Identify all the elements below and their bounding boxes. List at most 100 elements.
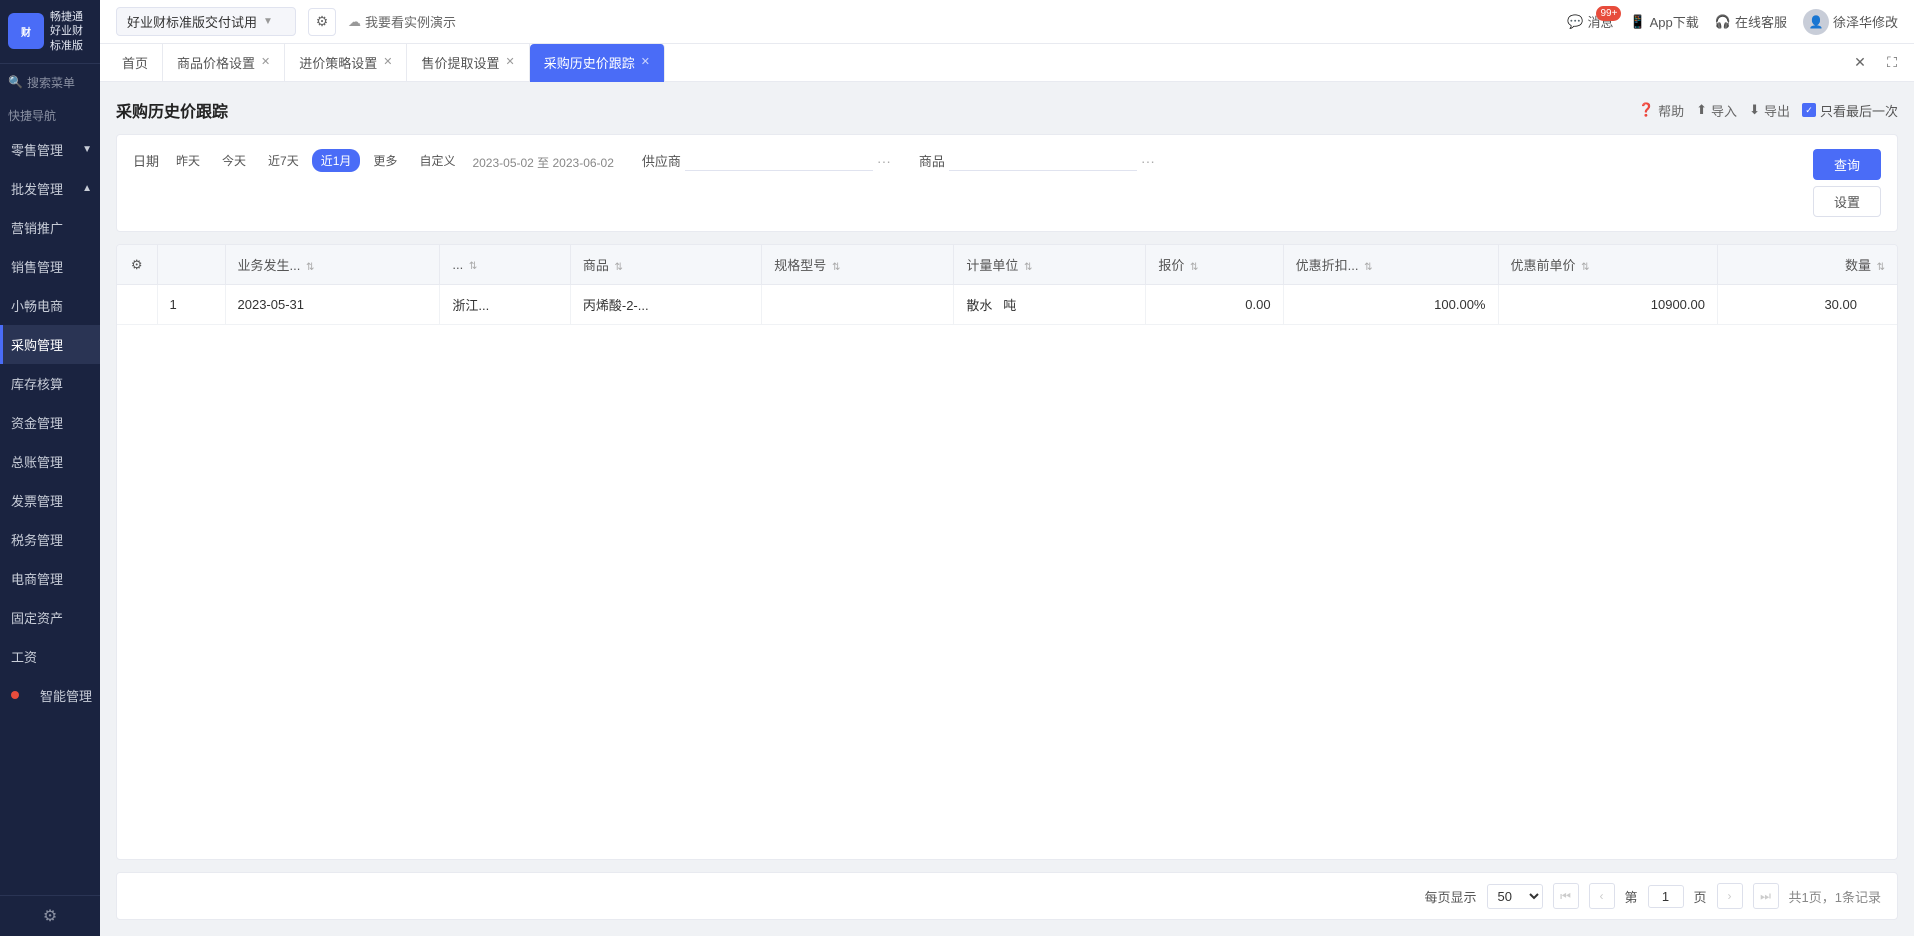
th-quantity[interactable]: 数量 ⇅ — [1717, 245, 1897, 285]
sidebar-item-smart[interactable]: 智能管理 — [0, 676, 100, 715]
help-button[interactable]: ❓ 帮助 — [1638, 101, 1684, 120]
page-header: 采购历史价跟踪 ❓ 帮助 ⬆ 导入 ⬇ 导出 ✓ 只看最后一次 — [116, 98, 1898, 122]
goods-input[interactable] — [949, 151, 1137, 171]
td-unit: 散水 吨 — [954, 285, 1146, 325]
date-range-display: 2023-05-02 至 2023-06-02 — [472, 154, 613, 171]
only-last-checkbox-label[interactable]: ✓ 只看最后一次 — [1802, 101, 1898, 120]
pagination: 每页显示 50 20 100 200 ⏮ ‹ 第 页 › ⏭ 共1页，1条记录 — [116, 872, 1898, 920]
th-unit-price-sort-icon: ⇅ — [1581, 262, 1589, 273]
th-date[interactable]: 业务发生... ⇅ — [225, 245, 440, 285]
date-btn-custom[interactable]: 自定义 — [410, 149, 464, 172]
tab-purchase-history-close[interactable]: ✕ — [641, 57, 650, 68]
sidebar-item-ledger[interactable]: 总账管理 — [0, 442, 100, 481]
sidebar-item-tax[interactable]: 税务管理 — [0, 520, 100, 559]
logo-icon: 财 — [8, 13, 44, 49]
online-service-button[interactable]: 🎧 在线客服 — [1715, 12, 1787, 31]
export-button[interactable]: ⬇ 导出 — [1749, 101, 1790, 120]
th-gear[interactable]: ⚙ — [117, 245, 157, 285]
date-btn-7days[interactable]: 近7天 — [259, 149, 308, 172]
tabbar-expand-button[interactable]: ⛶ — [1878, 49, 1906, 77]
sidebar-item-ecommerce-small[interactable]: 小畅电商 — [0, 286, 100, 325]
date-btn-today[interactable]: 今天 — [213, 149, 255, 172]
th-goods[interactable]: 商品 ⇅ — [570, 245, 761, 285]
user-menu[interactable]: 👤 徐泽华修改 — [1803, 9, 1898, 35]
tab-strategy-close[interactable]: ✕ — [383, 57, 392, 68]
supplier-input[interactable] — [685, 151, 873, 171]
sidebar-logo: 财 畅捷通好业财 标准版 — [0, 0, 100, 64]
tab-sale-price-close[interactable]: ✕ — [506, 57, 515, 68]
tab-sale-price[interactable]: 售价提取设置 ✕ — [407, 44, 529, 82]
date-btn-1month[interactable]: 近1月 — [312, 149, 361, 172]
sidebar-bottom: ⚙ — [0, 895, 100, 936]
date-filter-label: 日期 — [133, 151, 159, 170]
help-icon: ❓ — [1638, 102, 1654, 118]
page-label: 第 — [1625, 887, 1638, 906]
sidebar-item-assets[interactable]: 固定资产 — [0, 598, 100, 637]
sidebar-item-wholesale[interactable]: 批发管理 ▲ — [0, 169, 100, 208]
sidebar-item-finance[interactable]: 资金管理 — [0, 403, 100, 442]
td-row-actions — [117, 285, 157, 325]
date-btn-more[interactable]: 更多 — [364, 149, 406, 172]
th-discount[interactable]: 优惠折扣... ⇅ — [1283, 245, 1498, 285]
demo-link[interactable]: ☁ 我要看实例演示 — [348, 12, 456, 31]
th-unit[interactable]: 计量单位 ⇅ — [954, 245, 1146, 285]
th-unit-price[interactable]: 优惠前单价 ⇅ — [1498, 245, 1717, 285]
import-button[interactable]: ⬆ 导入 — [1696, 101, 1737, 120]
tabbar-close-button[interactable]: ✕ — [1846, 49, 1874, 77]
supplier-dots-icon[interactable]: ··· — [877, 153, 891, 169]
th-extra[interactable]: ... ⇅ — [440, 245, 570, 285]
tab-purchase-history[interactable]: 采购历史价跟踪 ✕ — [530, 44, 665, 82]
messages-badge: 99+ — [1596, 6, 1621, 21]
page-input[interactable] — [1648, 885, 1684, 908]
first-page-button[interactable]: ⏮ — [1553, 883, 1579, 909]
td-unit-price: 10900.00 — [1498, 285, 1717, 325]
import-icon: ⬆ — [1696, 102, 1707, 118]
tab-price-close[interactable]: ✕ — [261, 57, 270, 68]
query-button[interactable]: 查询 — [1813, 149, 1881, 180]
sidebar-item-marketing[interactable]: 营销推广 — [0, 208, 100, 247]
filter-actions: 查询 设置 — [1813, 149, 1881, 217]
supplier-filter: 供应商 ··· — [642, 151, 891, 171]
app-download-button[interactable]: 📱 App下载 — [1629, 12, 1698, 31]
only-last-checkbox[interactable]: ✓ — [1802, 103, 1816, 117]
tab-home[interactable]: 首页 — [108, 44, 163, 82]
tabbar-actions: ✕ ⛶ — [1846, 49, 1906, 77]
page-title: 采购历史价跟踪 — [116, 98, 228, 122]
prev-page-button[interactable]: ‹ — [1589, 883, 1615, 909]
sidebar-item-salary[interactable]: 工资 — [0, 637, 100, 676]
goods-dots-icon[interactable]: ··· — [1141, 153, 1155, 169]
td-index: 1 — [157, 285, 225, 325]
last-page-button[interactable]: ⏭ — [1753, 883, 1779, 909]
sidebar-item-invoice[interactable]: 发票管理 — [0, 481, 100, 520]
settings-icon[interactable]: ⚙ — [43, 906, 57, 926]
tab-strategy[interactable]: 进价策略设置 ✕ — [285, 44, 407, 82]
search-icon: 🔍 — [8, 75, 23, 89]
page-content: 采购历史价跟踪 ❓ 帮助 ⬆ 导入 ⬇ 导出 ✓ 只看最后一次 — [100, 82, 1914, 936]
th-quantity-sort-icon: ⇅ — [1877, 262, 1885, 273]
topbar-actions: 💬 消息 99+ 📱 App下载 🎧 在线客服 👤 徐泽华修改 — [1567, 9, 1898, 35]
messages-button[interactable]: 💬 消息 99+ — [1567, 12, 1613, 31]
filter-settings-button[interactable]: 设置 — [1813, 186, 1881, 217]
tab-price[interactable]: 商品价格设置 ✕ — [163, 44, 285, 82]
main-content: 好业财标准版交付试用 ▼ ⚙ ☁ 我要看实例演示 💬 消息 99+ 📱 App下… — [100, 0, 1914, 936]
next-page-button[interactable]: › — [1717, 883, 1743, 909]
sidebar-item-inventory[interactable]: 库存核算 — [0, 364, 100, 403]
goods-filter: 商品 ··· — [919, 151, 1155, 171]
date-btn-yesterday[interactable]: 昨天 — [167, 149, 209, 172]
sidebar-search[interactable]: 🔍 搜索菜单 — [0, 64, 100, 101]
filter-bar: 日期 昨天 今天 近7天 近1月 更多 自定义 2023-05-02 至 202… — [116, 134, 1898, 232]
version-selector[interactable]: 好业财标准版交付试用 ▼ — [116, 7, 296, 36]
sidebar-item-retail[interactable]: 零售管理 ▼ — [0, 130, 100, 169]
sidebar-item-sales[interactable]: 销售管理 — [0, 247, 100, 286]
sidebar-item-purchase[interactable]: 采购管理 — [0, 325, 100, 364]
sidebar-quicknav[interactable]: 快捷导航 — [0, 101, 100, 130]
per-page-select[interactable]: 50 20 100 200 — [1487, 884, 1543, 909]
th-spec[interactable]: 规格型号 ⇅ — [762, 245, 954, 285]
topbar-settings-button[interactable]: ⚙ — [308, 8, 336, 36]
sidebar-item-ecommerce[interactable]: 电商管理 — [0, 559, 100, 598]
th-extra-sort-icon: ⇅ — [469, 261, 477, 272]
table-row: 1 2023-05-31 浙江... 丙烯酸-2-... 散水 吨 0.00 1… — [117, 285, 1897, 325]
data-table-container: ⚙ 业务发生... ⇅ ... ⇅ 商品 ⇅ — [116, 244, 1898, 860]
headset-icon: 🎧 — [1715, 14, 1731, 30]
th-quote[interactable]: 报价 ⇅ — [1146, 245, 1283, 285]
